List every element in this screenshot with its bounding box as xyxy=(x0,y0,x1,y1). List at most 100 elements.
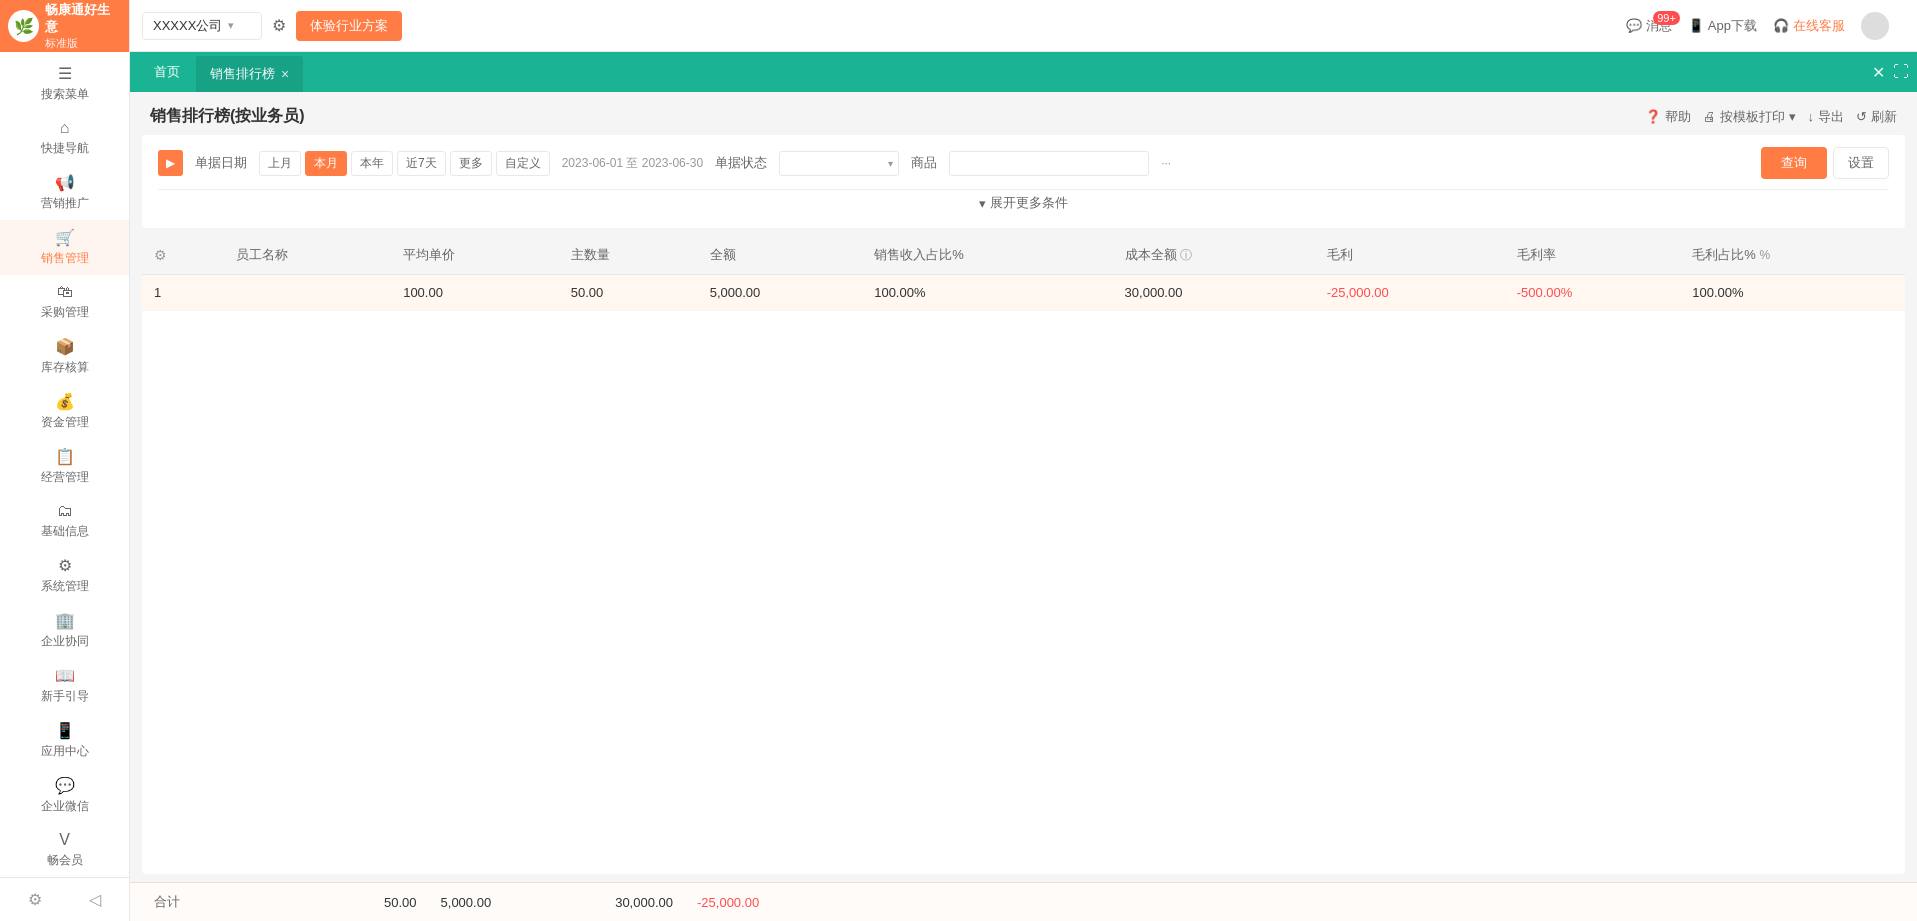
sidebar-item-5[interactable]: 📦 库存核算 xyxy=(0,329,129,384)
goods-label: 商品 xyxy=(911,154,937,172)
sidebar-label-7: 经营管理 xyxy=(41,469,89,486)
sidebar-icon-4: 🛍 xyxy=(57,283,73,301)
sidebar-icon-12: 📱 xyxy=(55,721,75,740)
sidebar-item-6[interactable]: 💰资金管理 xyxy=(0,384,129,439)
last-month-btn[interactable]: 上月 xyxy=(259,151,301,176)
tab-close-all-icon[interactable]: ✕ xyxy=(1872,63,1885,82)
sidebar-label-13: 企业微信 xyxy=(41,798,89,815)
col-sales-pct: 销售收入占比% xyxy=(862,236,1112,275)
cell-avg-price: 100.00 xyxy=(391,275,559,311)
table-header-row: ⚙ 员工名称 平均单价 主数量 全额 销售收入占比% 成本全额 ⓘ 毛利 毛利率 xyxy=(142,236,1905,275)
sidebar: 🌿 畅康通好生意 标准版 ☰搜索菜单⌂快捷导航📢营销推广🛒销售管理🛍采购管理📦库… xyxy=(0,0,130,921)
brand-version: 标准版 xyxy=(45,36,121,50)
sidebar-label-1: 快捷导航 xyxy=(41,140,89,157)
page-header: 销售排行榜(按业务员) ❓ 帮助 🖨 按模板打印 ▾ ↓ 导出 ↺ 刷新 xyxy=(130,92,1917,135)
last7days-btn[interactable]: 近7天 xyxy=(397,151,446,176)
cell-amount: 5,000.00 xyxy=(698,275,863,311)
sidebar-collapse-btn[interactable]: ◁ xyxy=(85,886,105,913)
col-gross-pct: 毛利占比% % xyxy=(1680,236,1905,275)
app-download-icon: 📱 xyxy=(1688,18,1704,33)
cell-index: 1 xyxy=(142,275,224,311)
settings-button[interactable]: 设置 xyxy=(1833,147,1889,179)
tab-maximize-icon[interactable]: ⛶ xyxy=(1893,63,1909,81)
col-name: 员工名称 xyxy=(224,236,392,275)
query-button[interactable]: 查询 xyxy=(1761,147,1827,179)
more-btn[interactable]: 更多 xyxy=(450,151,492,176)
cost-info-icon[interactable]: ⓘ xyxy=(1180,248,1192,262)
col-qty: 主数量 xyxy=(559,236,698,275)
sidebar-icon-0: ☰ xyxy=(58,64,72,83)
user-avatar[interactable] xyxy=(1861,12,1889,40)
sidebar-item-12[interactable]: 📱应用中心 xyxy=(0,713,129,768)
period-buttons: 上月 本月 本年 近7天 更多 自定义 xyxy=(259,151,550,176)
table-wrap: ⚙ 员工名称 平均单价 主数量 全额 销售收入占比% 成本全额 ⓘ 毛利 毛利率 xyxy=(142,236,1905,874)
sidebar-item-9[interactable]: ⚙系统管理 xyxy=(0,548,129,603)
col-gross-rate: 毛利率 xyxy=(1505,236,1681,275)
gross-pct-info-icon[interactable]: % xyxy=(1759,248,1770,262)
tab-home[interactable]: 首页 xyxy=(138,52,196,92)
refresh-icon: ↺ xyxy=(1856,109,1867,124)
sidebar-item-3[interactable]: 🛒销售管理 xyxy=(0,220,129,275)
print-icon: 🖨 xyxy=(1703,109,1716,124)
topbar-app-btn[interactable]: 📱 App下载 xyxy=(1688,17,1757,35)
sidebar-label-3: 销售管理 xyxy=(41,250,89,267)
industry-button[interactable]: 体验行业方案 xyxy=(296,11,402,41)
date-range-label: 2023-06-01 至 2023-06-30 xyxy=(562,155,703,172)
tabbar-right: ✕ ⛶ xyxy=(1872,52,1909,92)
sidebar-icon-10: 🏢 xyxy=(55,611,75,630)
goods-input[interactable] xyxy=(949,151,1149,176)
sidebar-item-4[interactable]: 🛍采购管理 xyxy=(0,275,129,329)
topbar-message-btn[interactable]: 💬 消息 99+ xyxy=(1626,17,1672,35)
logo-icon: 🌿 xyxy=(8,10,39,42)
print-chevron-icon: ▾ xyxy=(1789,109,1796,124)
this-month-btn[interactable]: 本月 xyxy=(305,151,347,176)
sidebar-item-10[interactable]: 🏢 企业协同 xyxy=(0,603,129,658)
col-avg-price: 平均单价 xyxy=(391,236,559,275)
sidebar-label-5: 库存核算 xyxy=(41,359,89,376)
cell-name xyxy=(224,275,392,311)
tab-sales-ranking[interactable]: 销售排行榜 × xyxy=(196,56,303,92)
service-icon: 🎧 xyxy=(1773,18,1789,33)
topbar-service-btn[interactable]: 🎧 在线客服 xyxy=(1773,17,1845,35)
refresh-btn[interactable]: ↺ 刷新 xyxy=(1856,108,1897,126)
custom-btn[interactable]: 自定义 xyxy=(496,151,550,176)
sidebar-label-14: 畅会员 xyxy=(47,852,83,869)
topbar-settings-icon[interactable]: ⚙ xyxy=(272,16,286,35)
sidebar-label-2: 营销推广 xyxy=(41,195,89,212)
sidebar-item-13[interactable]: 💬企业微信 xyxy=(0,768,129,823)
col-settings[interactable]: ⚙ xyxy=(142,236,224,275)
sidebar-icon-5: 📦 xyxy=(55,337,75,356)
print-btn[interactable]: 🖨 按模板打印 ▾ xyxy=(1703,108,1796,126)
table-row: 1 100.00 50.00 5,000.00 100.00% 30,000.0… xyxy=(142,275,1905,311)
col-settings-icon[interactable]: ⚙ xyxy=(154,247,167,263)
company-selector[interactable]: XXXXX公司 ▾ xyxy=(142,12,262,40)
topbar: XXXXX公司 ▾ ⚙ 体验行业方案 💬 消息 99+ 📱 App下载 🎧 在线… xyxy=(130,0,1917,52)
footer-qty: 50.00 xyxy=(372,895,429,910)
status-select[interactable] xyxy=(779,151,899,176)
sidebar-item-14[interactable]: V畅会员 xyxy=(0,823,129,877)
this-year-btn[interactable]: 本年 xyxy=(351,151,393,176)
export-btn[interactable]: ↓ 导出 xyxy=(1808,108,1845,126)
sidebar-item-2[interactable]: 📢营销推广 xyxy=(0,165,129,220)
cell-sales-pct: 100.00% xyxy=(862,275,1112,311)
sidebar-item-7[interactable]: 📋经营管理 xyxy=(0,439,129,494)
sidebar-item-11[interactable]: 📖新手引导 xyxy=(0,658,129,713)
sidebar-label-8: 基础信息 xyxy=(41,523,89,540)
main-area: XXXXX公司 ▾ ⚙ 体验行业方案 💬 消息 99+ 📱 App下载 🎧 在线… xyxy=(130,0,1917,921)
sidebar-item-8[interactable]: 🗂基础信息 xyxy=(0,494,129,548)
filter-more-icon[interactable]: ··· xyxy=(1161,156,1171,170)
sidebar-settings-btn[interactable]: ⚙ xyxy=(24,886,46,913)
sidebar-item-0[interactable]: ☰搜索菜单 xyxy=(0,56,129,111)
cell-gross-pct: 100.00% xyxy=(1680,275,1905,311)
filter-row-1: ▶ 单据日期 上月 本月 本年 近7天 更多 自定义 2023-06-01 至 … xyxy=(158,147,1889,179)
expand-more-btn[interactable]: ▾ 展开更多条件 xyxy=(158,189,1889,216)
sidebar-label-10: 企业协同 xyxy=(41,633,89,650)
help-btn[interactable]: ❓ 帮助 xyxy=(1645,108,1691,126)
sidebar-item-1[interactable]: ⌂快捷导航 xyxy=(0,111,129,165)
col-amount: 全额 xyxy=(698,236,863,275)
tab-close-icon[interactable]: × xyxy=(281,66,289,82)
quick-expand-btn[interactable]: ▶ xyxy=(158,150,183,176)
topbar-right: 💬 消息 99+ 📱 App下载 🎧 在线客服 xyxy=(1626,12,1905,40)
sidebar-label-11: 新手引导 xyxy=(41,688,89,705)
footer-gross: -25,000.00 xyxy=(685,895,771,910)
